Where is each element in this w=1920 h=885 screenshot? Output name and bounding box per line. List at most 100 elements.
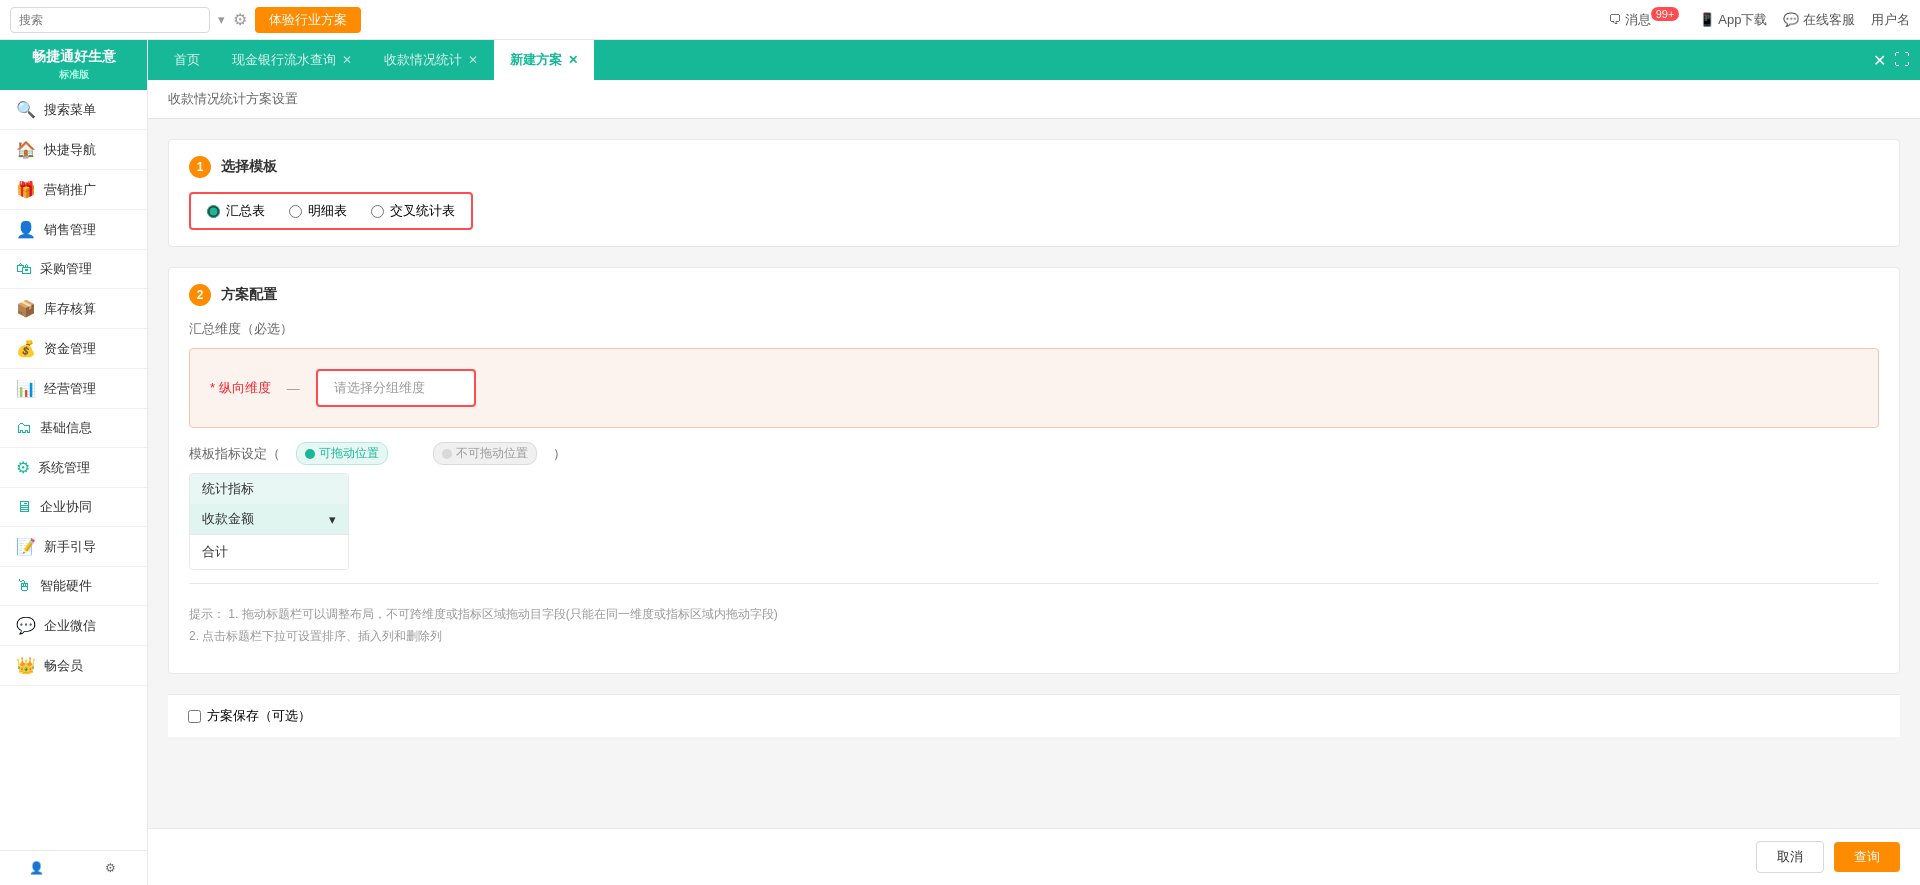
footer-actions: 取消 查询 (148, 828, 1920, 885)
online-service[interactable]: 💬 在线客服 (1783, 11, 1855, 29)
sidebar-item-label: 新手引导 (44, 538, 96, 556)
sidebar-item-enterprise[interactable]: 🖥 企业协同 (0, 488, 147, 527)
dimension-config-label: 汇总维度（必选） (189, 320, 1879, 338)
radio-summary-label: 汇总表 (226, 202, 265, 220)
sidebar-item-operation[interactable]: 📊 经营管理 (0, 369, 147, 409)
tab-bar: 首页 现金银行流水查询 ✕ 收款情况统计 ✕ 新建方案 ✕ ✕ ⛶ (148, 40, 1920, 80)
tab-close-all-icon[interactable]: ✕ (1873, 51, 1886, 70)
metrics-metric-row[interactable]: 收款金额 ▾ (190, 504, 348, 534)
sidebar-item-system[interactable]: ⚙ 系统管理 (0, 448, 147, 488)
main-container: 畅捷通好生意 标准版 🔍 搜索菜单 🏠 快捷导航 🎁 营销推广 👤 销售管理 (0, 40, 1920, 885)
tab-new-plan-label: 新建方案 (510, 51, 562, 69)
search-menu-icon: 🔍 (16, 100, 36, 119)
tab-bank-flow-close[interactable]: ✕ (342, 53, 352, 67)
wechat-icon: 💬 (16, 616, 36, 635)
sidebar-footer-settings[interactable]: ⚙ (74, 851, 148, 885)
step1-section: 1 选择模板 汇总表 明细表 (168, 139, 1900, 247)
app-download[interactable]: 📱 App下载 (1699, 11, 1767, 29)
metrics-header: 统计指标 (190, 474, 348, 504)
purchase-icon: 🛍 (16, 260, 32, 278)
save-checkbox[interactable] (188, 710, 201, 723)
sidebar-item-label: 企业微信 (44, 617, 96, 635)
sidebar-item-basic-info[interactable]: 🗂 基础信息 (0, 409, 147, 448)
sidebar-item-label: 库存核算 (44, 300, 96, 318)
cancel-button[interactable]: 取消 (1756, 841, 1824, 873)
marketing-icon: 🎁 (16, 180, 36, 199)
sidebar-item-label: 销售管理 (44, 221, 96, 239)
quick-nav-icon: 🏠 (16, 140, 36, 159)
metrics-label-sep (404, 445, 417, 463)
inventory-icon: 📦 (16, 299, 36, 318)
tab-home[interactable]: 首页 (158, 40, 216, 80)
sidebar-item-search-menu[interactable]: 🔍 搜索菜单 (0, 90, 147, 130)
sidebar-item-purchase[interactable]: 🛍 采购管理 (0, 250, 147, 289)
metrics-metric-name: 收款金额 (202, 510, 254, 528)
radio-summary-input[interactable] (207, 205, 220, 218)
sidebar-footer-user[interactable]: 👤 (0, 851, 74, 885)
sidebar-item-label: 系统管理 (38, 459, 90, 477)
system-icon: ⚙ (16, 458, 30, 477)
topbar-gear-icon[interactable]: ⚙ (233, 10, 247, 29)
radio-cross-label: 交叉统计表 (390, 202, 455, 220)
step2-number: 2 (189, 284, 211, 306)
metrics-category-label: 统计指标 (202, 480, 254, 498)
topbar-search[interactable] (10, 7, 210, 33)
radio-group-template: 汇总表 明细表 交叉统计表 (207, 202, 455, 220)
tab-bank-flow[interactable]: 现金银行流水查询 ✕ (216, 40, 368, 80)
sidebar-item-finance[interactable]: 💰 资金管理 (0, 329, 147, 369)
radio-cross-input[interactable] (371, 205, 384, 218)
dimension-select[interactable]: 请选择分组维度 (316, 369, 476, 407)
logo-sub: 标准版 (59, 68, 89, 82)
tab-actions: ✕ ⛶ (1873, 51, 1910, 70)
sidebar-item-hardware[interactable]: 🖱 智能硬件 (0, 567, 147, 606)
sidebar-item-label: 智能硬件 (40, 577, 92, 595)
tab-receipt-stats[interactable]: 收款情况统计 ✕ (368, 40, 494, 80)
radio-detail-label: 明细表 (308, 202, 347, 220)
sidebar-item-label: 营销推广 (44, 181, 96, 199)
page-content: 收款情况统计方案设置 1 选择模板 汇总表 (148, 80, 1920, 828)
radio-summary[interactable]: 汇总表 (207, 202, 265, 220)
sidebar-item-label: 资金管理 (44, 340, 96, 358)
dimension-row: * 纵向维度 — 请选择分组维度 (210, 369, 1858, 407)
content-area: 首页 现金银行流水查询 ✕ 收款情况统计 ✕ 新建方案 ✕ ✕ ⛶ 收 (148, 40, 1920, 885)
sidebar-item-guide[interactable]: 📝 新手引导 (0, 527, 147, 567)
sidebar-item-quick-nav[interactable]: 🏠 快捷导航 (0, 130, 147, 170)
tab-new-plan-close[interactable]: ✕ (568, 53, 578, 67)
breadcrumb-text: 收款情况统计方案设置 (168, 91, 298, 106)
metrics-dropdown-icon[interactable]: ▾ (329, 512, 336, 527)
radio-detail[interactable]: 明细表 (289, 202, 347, 220)
non-draggable-dot (442, 449, 452, 459)
tab-bank-flow-label: 现金银行流水查询 (232, 51, 336, 69)
hardware-icon: 🖱 (16, 577, 32, 595)
industry-btn[interactable]: 体验行业方案 (255, 7, 361, 33)
sidebar-item-inventory[interactable]: 📦 库存核算 (0, 289, 147, 329)
radio-detail-input[interactable] (289, 205, 302, 218)
sidebar-item-wechat[interactable]: 💬 企业微信 (0, 606, 147, 646)
user-info: 用户名 (1871, 11, 1910, 29)
sidebar-item-member[interactable]: 👑 畅会员 (0, 646, 147, 686)
sidebar-item-sales[interactable]: 👤 销售管理 (0, 210, 147, 250)
tab-expand-icon[interactable]: ⛶ (1894, 51, 1910, 69)
notification-area[interactable]: 🗨 消息 99+ (1608, 11, 1683, 29)
radio-cross[interactable]: 交叉统计表 (371, 202, 455, 220)
save-checkbox-area: 方案保存（可选） (188, 707, 1880, 725)
metrics-table: 统计指标 收款金额 ▾ 合计 (189, 473, 349, 570)
step1-title: 选择模板 (221, 158, 277, 176)
logo-name: 畅捷通好生意 (32, 48, 116, 66)
topbar-chevron-icon[interactable]: ▾ (218, 12, 225, 27)
save-label: 方案保存（可选） (207, 707, 311, 725)
tab-new-plan[interactable]: 新建方案 ✕ (494, 40, 594, 80)
tab-receipt-stats-close[interactable]: ✕ (468, 53, 478, 67)
metrics-label-end: ） (553, 445, 566, 463)
tips-section: 提示： 1. 拖动标题栏可以调整布局，不可跨维度或指标区域拖动目字段(只能在同一… (189, 594, 1879, 657)
metrics-summary-label: 合计 (202, 544, 228, 559)
sidebar-items: 🔍 搜索菜单 🏠 快捷导航 🎁 营销推广 👤 销售管理 🛍 采购管理 📦 (0, 90, 147, 850)
vertical-dimension-label: * 纵向维度 (210, 379, 271, 397)
notification-badge: 99+ (1651, 7, 1680, 21)
sidebar-item-marketing[interactable]: 🎁 营销推广 (0, 170, 147, 210)
tip-item-1: 1. 拖动标题栏可以调整布局，不可跨维度或指标区域拖动目字段(只能在同一维度或指… (228, 607, 777, 621)
message-icon: 🗨 (1608, 12, 1621, 27)
query-button[interactable]: 查询 (1834, 842, 1900, 872)
metrics-label: 模板指标设定（ (189, 445, 280, 463)
member-icon: 👑 (16, 656, 36, 675)
